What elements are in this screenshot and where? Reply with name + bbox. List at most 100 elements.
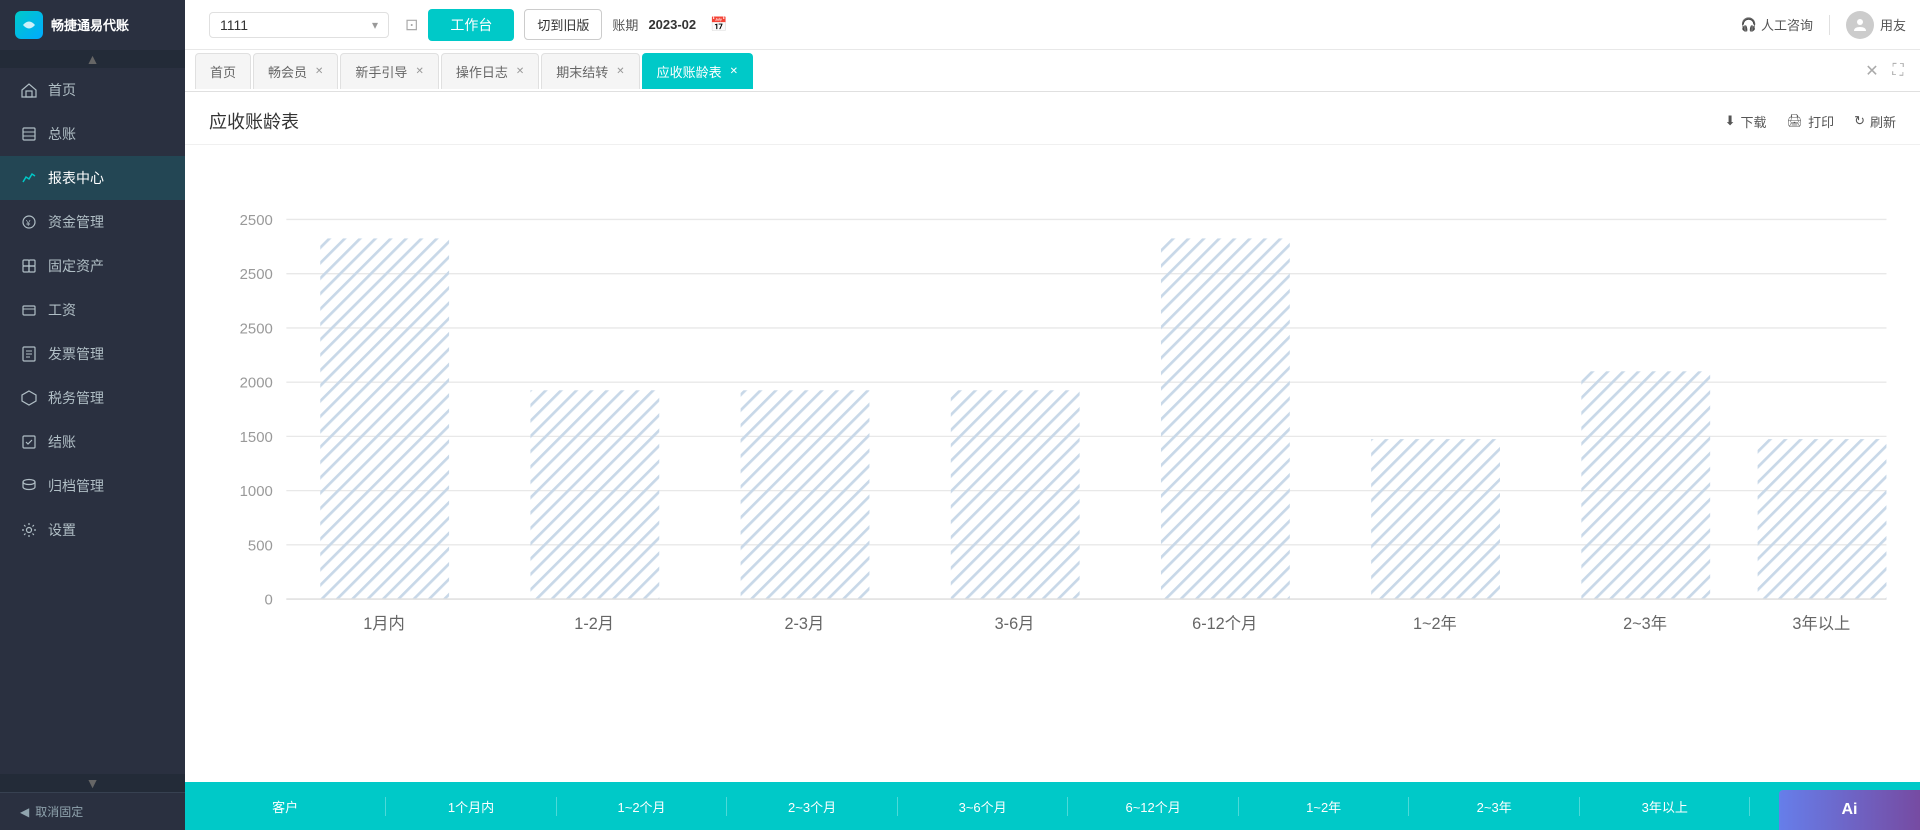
svg-text:500: 500 <box>248 538 273 554</box>
divider <box>1829 15 1830 35</box>
tab-guide-label: 新手引导 <box>355 62 407 81</box>
ledger-icon <box>20 125 38 143</box>
page-title: 应收账龄表 <box>209 108 299 134</box>
tab-home[interactable]: 首页 <box>195 53 251 89</box>
tab-closing-label: 期末结转 <box>556 62 608 81</box>
sidebar-label-archive: 归档管理 <box>48 476 104 496</box>
bar-3year-plus <box>1758 439 1887 599</box>
sidebar-item-ledger[interactable]: 总账 <box>0 112 185 156</box>
copy-icon[interactable]: ⊡ <box>405 15 418 35</box>
expand-button[interactable]: ⛶ <box>1886 59 1910 83</box>
col-2-3year: 2~3年 <box>1409 797 1580 816</box>
service-button[interactable]: 🎧 人工咨询 <box>1741 15 1813 34</box>
bar-6-12month <box>1161 238 1290 599</box>
tab-vip[interactable]: 畅会员 ✕ <box>253 53 338 89</box>
svg-text:1月内: 1月内 <box>363 615 405 633</box>
tab-oplog[interactable]: 操作日志 ✕ <box>441 53 539 89</box>
close-oplog-icon[interactable]: ✕ <box>516 66 524 77</box>
svg-text:¥: ¥ <box>25 219 31 228</box>
salary-icon <box>20 301 38 319</box>
tax-icon <box>20 389 38 407</box>
sidebar-item-tax[interactable]: 税务管理 <box>0 376 185 420</box>
logo-text: 畅捷通易代账 <box>51 15 129 34</box>
svg-text:2000: 2000 <box>240 376 273 392</box>
sidebar-item-salary[interactable]: 工资 <box>0 288 185 332</box>
refresh-button[interactable]: ↻ 刷新 <box>1854 112 1896 131</box>
settings-icon <box>20 521 38 539</box>
download-label: 下载 <box>1741 112 1767 131</box>
svg-text:2~3年: 2~3年 <box>1623 615 1667 633</box>
user-button[interactable]: 用友 <box>1846 11 1906 39</box>
tab-guide[interactable]: 新手引导 ✕ <box>340 53 438 89</box>
bar-2-3month <box>741 390 870 599</box>
col-3-6month: 3~6个月 <box>898 797 1069 816</box>
top-bar: 畅捷通易代账 1111 ▾ ⊡ 工作台 切到旧版 账期 2023-02 📅 🎧 … <box>0 0 1920 50</box>
sidebar-label-ledger: 总账 <box>48 124 76 144</box>
invoice-icon <box>20 345 38 363</box>
sidebar-item-closing[interactable]: 结账 <box>0 420 185 464</box>
avatar <box>1846 11 1874 39</box>
col-1-2year: 1~2年 <box>1239 797 1410 816</box>
sidebar-item-archive[interactable]: 归档管理 <box>0 464 185 508</box>
svg-text:3-6月: 3-6月 <box>995 615 1035 633</box>
table-footer: 客户 1个月内 1~2个月 2~3个月 3~6个月 6~12个月 1~2年 2~… <box>185 782 1920 830</box>
print-button[interactable]: 🖨 打印 <box>1787 112 1835 131</box>
tab-closing[interactable]: 期末结转 ✕ <box>541 53 639 89</box>
sidebar-label-settings: 设置 <box>48 520 76 540</box>
user-name: 用友 <box>1880 15 1906 34</box>
tab-vip-label: 畅会员 <box>268 62 307 81</box>
close-all-tabs-button[interactable]: ✕ <box>1860 59 1884 83</box>
switch-version-button[interactable]: 切到旧版 <box>524 9 602 40</box>
sidebar-scroll: 首页 总账 报表中心 <box>0 68 185 774</box>
period-value: 2023-02 <box>648 17 696 32</box>
headset-icon: 🎧 <box>1741 17 1757 33</box>
ai-label: Ai <box>1842 801 1858 819</box>
svg-text:1500: 1500 <box>240 430 273 446</box>
close-aging-icon[interactable]: ✕ <box>730 66 738 77</box>
cancel-fixed-button[interactable]: ◀ 取消固定 <box>0 792 185 830</box>
workbench-button[interactable]: 工作台 <box>428 9 514 41</box>
close-closing-icon[interactable]: ✕ <box>616 66 624 77</box>
print-label: 打印 <box>1808 112 1834 131</box>
col-customer: 客户 <box>185 797 386 816</box>
sidebar-item-home[interactable]: 首页 <box>0 68 185 112</box>
sidebar-item-settings[interactable]: 设置 <box>0 508 185 552</box>
svg-text:2500: 2500 <box>240 213 273 229</box>
scroll-up-button[interactable]: ▲ <box>0 50 185 68</box>
sidebar-label-salary: 工资 <box>48 300 76 320</box>
tab-aging[interactable]: 应收账龄表 ✕ <box>642 53 753 89</box>
download-button[interactable]: ⬇ 下载 <box>1725 112 1767 131</box>
header-actions: ⬇ 下载 🖨 打印 ↻ 刷新 <box>1725 112 1896 131</box>
refresh-icon: ↻ <box>1854 113 1865 129</box>
scroll-down-button[interactable]: ▼ <box>0 774 185 792</box>
sidebar-item-funds[interactable]: ¥ 资金管理 <box>0 200 185 244</box>
period-label: 账期 <box>612 15 638 34</box>
refresh-label: 刷新 <box>1870 112 1896 131</box>
service-label: 人工咨询 <box>1761 15 1813 34</box>
svg-text:1-2月: 1-2月 <box>574 615 614 633</box>
sidebar-label-closing: 结账 <box>48 432 76 452</box>
sidebar-label-invoice: 发票管理 <box>48 344 104 364</box>
svg-text:0: 0 <box>265 593 273 609</box>
col-6-12month: 6~12个月 <box>1068 797 1239 816</box>
reports-icon <box>20 169 38 187</box>
home-icon <box>20 81 38 99</box>
page-header: 应收账龄表 ⬇ 下载 🖨 打印 ↻ 刷新 <box>185 92 1920 145</box>
sidebar-label-reports: 报表中心 <box>48 168 104 188</box>
tabs-bar: 首页 畅会员 ✕ 新手引导 ✕ 操作日志 ✕ 期末结转 ✕ <box>185 50 1920 92</box>
sidebar-item-reports[interactable]: 报表中心 <box>0 156 185 200</box>
close-guide-icon[interactable]: ✕ <box>415 66 423 77</box>
company-selector[interactable]: 1111 ▾ <box>209 12 389 38</box>
sidebar-item-assets[interactable]: 固定资产 <box>0 244 185 288</box>
svg-text:2-3月: 2-3月 <box>784 615 824 633</box>
top-right: 🎧 人工咨询 用友 <box>1741 11 1906 39</box>
archive-icon <box>20 477 38 495</box>
calendar-icon[interactable]: 📅 <box>710 16 727 33</box>
pin-icon: ◀ <box>20 805 29 819</box>
svg-text:3年以上: 3年以上 <box>1792 615 1850 633</box>
tab-oplog-label: 操作日志 <box>456 62 508 81</box>
ai-badge[interactable]: Ai <box>1779 790 1920 830</box>
close-vip-icon[interactable]: ✕ <box>315 66 323 77</box>
sidebar-item-invoice[interactable]: 发票管理 <box>0 332 185 376</box>
chart-svg: 2500 2500 2500 2000 1500 1000 500 0 <box>205 155 1900 772</box>
